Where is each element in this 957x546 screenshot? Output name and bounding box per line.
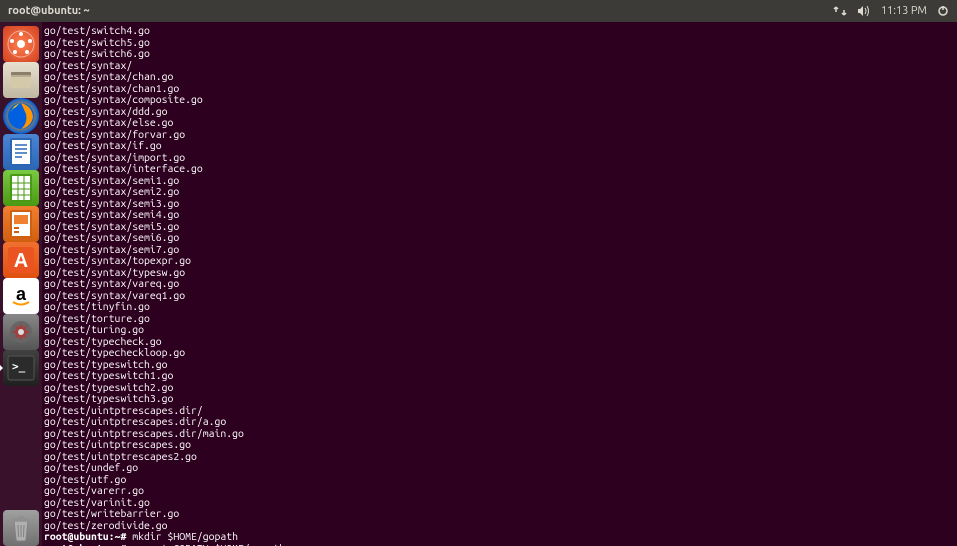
file-listing-line: go/test/switch6.go	[44, 48, 955, 60]
launcher-settings[interactable]	[3, 314, 39, 350]
file-listing-line: go/test/uintptrescapes2.go	[44, 451, 955, 463]
file-listing-line: go/test/syntax/semi6.go	[44, 232, 955, 244]
power-icon[interactable]	[937, 5, 949, 17]
file-listing-line: go/test/typeswitch.go	[44, 359, 955, 371]
file-listing-line: go/test/syntax/vareq.go	[44, 278, 955, 290]
launcher-software-center[interactable]: A	[3, 242, 39, 278]
launcher-dash[interactable]	[3, 26, 39, 62]
file-listing-line: go/test/syntax/vareq1.go	[44, 290, 955, 302]
file-listing-line: go/test/switch4.go	[44, 25, 955, 37]
launcher-calc[interactable]	[3, 170, 39, 206]
file-listing-line: go/test/syntax/ddd.go	[44, 106, 955, 118]
launcher-files[interactable]	[3, 62, 39, 98]
indicator-area: 11:13 PM	[833, 5, 949, 17]
terminal-output[interactable]: go/test/switch4.gogo/test/switch5.gogo/t…	[42, 22, 957, 546]
file-listing-line: go/test/utf.go	[44, 474, 955, 486]
file-listing-line: go/test/varinit.go	[44, 497, 955, 509]
file-listing-line: go/test/syntax/interface.go	[44, 163, 955, 175]
file-listing-line: go/test/syntax/chan.go	[44, 71, 955, 83]
shell-prompt: root@ubuntu:~#	[44, 530, 132, 542]
launcher-writer[interactable]	[3, 134, 39, 170]
file-listing-line: go/test/syntax/semi5.go	[44, 221, 955, 233]
file-listing-line: go/test/syntax/if.go	[44, 140, 955, 152]
file-listing-line: go/test/typeswitch2.go	[44, 382, 955, 394]
svg-text:>_: >_	[12, 360, 26, 373]
launcher-firefox[interactable]	[3, 98, 39, 134]
launcher-trash[interactable]	[3, 510, 39, 546]
file-listing-line: go/test/syntax/else.go	[44, 117, 955, 129]
launcher-amazon[interactable]: a	[3, 278, 39, 314]
file-listing-line: go/test/torture.go	[44, 313, 955, 325]
launcher-terminal[interactable]: >_	[3, 350, 39, 386]
file-listing-line: go/test/switch5.go	[44, 37, 955, 49]
file-listing-line: go/test/uintptrescapes.dir/a.go	[44, 416, 955, 428]
file-listing-line: go/test/undef.go	[44, 462, 955, 474]
command-line: root@ubuntu:~# mkdir $HOME/gopath	[44, 531, 955, 543]
file-listing-line: go/test/syntax/typesw.go	[44, 267, 955, 279]
file-listing-line: go/test/syntax/composite.go	[44, 94, 955, 106]
file-listing-line: go/test/typeswitch1.go	[44, 370, 955, 382]
file-listing-line: go/test/syntax/semi1.go	[44, 175, 955, 187]
file-listing-line: go/test/typeswitch3.go	[44, 393, 955, 405]
file-listing-line: go/test/tinyfin.go	[44, 301, 955, 313]
command-line: root@ubuntu:~# export GOPATH=$HOME/gopat…	[44, 543, 955, 546]
menu-bar: root@ubuntu: ~ 11:13 PM	[0, 0, 957, 22]
file-listing-line: go/test/syntax/semi3.go	[44, 198, 955, 210]
file-listing-line: go/test/turing.go	[44, 324, 955, 336]
window-title: root@ubuntu: ~	[8, 5, 90, 17]
shell-prompt: root@ubuntu:~#	[44, 542, 132, 546]
file-listing-line: go/test/writebarrier.go	[44, 508, 955, 520]
launcher-impress[interactable]	[3, 206, 39, 242]
file-listing-line: go/test/syntax/topexpr.go	[44, 255, 955, 267]
sound-icon[interactable]	[857, 5, 871, 17]
svg-text:A: A	[14, 250, 28, 272]
svg-text:a: a	[16, 284, 27, 304]
network-icon[interactable]	[833, 5, 847, 17]
file-listing-line: go/test/syntax/forvar.go	[44, 129, 955, 141]
file-listing-line: go/test/uintptrescapes.go	[44, 439, 955, 451]
unity-launcher: A a >_	[0, 22, 42, 546]
file-listing-line: go/test/varerr.go	[44, 485, 955, 497]
file-listing-line: go/test/syntax/semi2.go	[44, 186, 955, 198]
clock[interactable]: 11:13 PM	[881, 5, 927, 17]
file-listing-line: go/test/syntax/	[44, 60, 955, 72]
file-listing-line: go/test/typecheckloop.go	[44, 347, 955, 359]
file-listing-line: go/test/syntax/semi4.go	[44, 209, 955, 221]
